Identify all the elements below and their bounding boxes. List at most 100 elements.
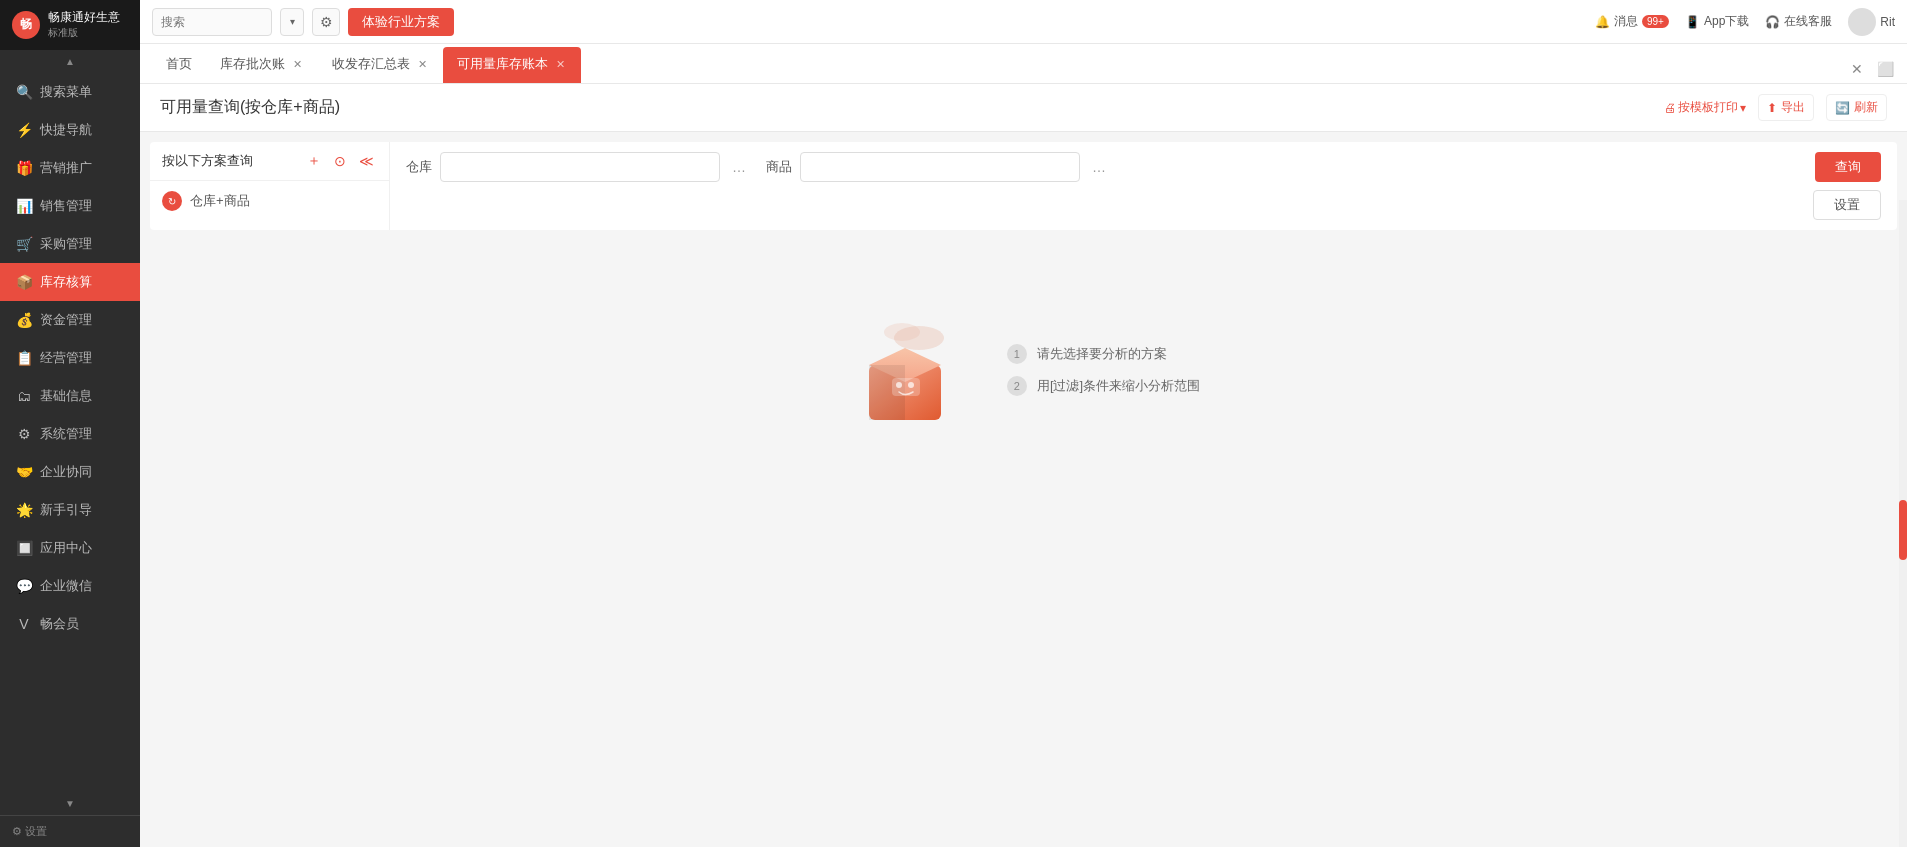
sidebar-item-marketing[interactable]: 🎁 营销推广 — [0, 149, 140, 187]
warehouse-field: 仓库 … — [406, 152, 750, 182]
query-button[interactable]: 查询 — [1815, 152, 1881, 182]
sidebar-item-vip[interactable]: V 畅会员 — [0, 605, 140, 643]
right-scrollbar[interactable] — [1899, 200, 1907, 847]
sidebar-item-quicknav[interactable]: ⚡ 快捷导航 — [0, 111, 140, 149]
industry-solution-button[interactable]: 体验行业方案 — [348, 8, 454, 36]
empty-hint-1: 1 请先选择要分析的方案 — [1007, 344, 1200, 364]
sidebar-item-finance[interactable]: 💰 资金管理 — [0, 301, 140, 339]
query-row-1: 仓库 … 商品 … — [406, 152, 1789, 182]
collapse-scheme-button[interactable]: ≪ — [355, 150, 377, 172]
messages-badge: 99+ — [1642, 15, 1669, 28]
sidebar-item-operations[interactable]: 📋 经营管理 — [0, 339, 140, 377]
tab-batch[interactable]: 库存批次账 ✕ — [206, 47, 318, 83]
query-scheme-panel: 按以下方案查询 ＋ ⊙ ≪ ↻ 仓库+商品 — [150, 142, 390, 230]
hint-text-1: 请先选择要分析的方案 — [1037, 345, 1167, 363]
settings-button[interactable]: 设置 — [1813, 190, 1881, 220]
empty-hints: 1 请先选择要分析的方案 2 用[过滤]条件来缩小分析范围 — [1007, 344, 1200, 396]
topbar-settings-icon[interactable]: ⚙ — [312, 8, 340, 36]
mobile-icon: 📱 — [1685, 15, 1700, 29]
sidebar-item-corpwechat[interactable]: 💬 企业微信 — [0, 567, 140, 605]
hint-text-2: 用[过滤]条件来缩小分析范围 — [1037, 377, 1200, 395]
topbar-search-area — [152, 8, 272, 36]
warehouse-input[interactable] — [440, 152, 720, 182]
product-more-button[interactable]: … — [1088, 156, 1110, 178]
warehouse-more-button[interactable]: … — [728, 156, 750, 178]
system-icon: ⚙ — [16, 426, 32, 442]
scrollbar-thumb[interactable] — [1899, 500, 1907, 560]
add-scheme-button[interactable]: ＋ — [303, 150, 325, 172]
chart-icon: 📊 — [16, 198, 32, 214]
vip-icon: V — [16, 616, 32, 632]
print-template-button[interactable]: 🖨 按模板打印 ▾ — [1664, 99, 1746, 116]
tab-available-close[interactable]: ✕ — [554, 57, 567, 72]
user-profile[interactable]: Rit — [1848, 8, 1895, 36]
tab-summary[interactable]: 收发存汇总表 ✕ — [318, 47, 443, 83]
search-icon: 🔍 — [16, 84, 32, 100]
close-window-button[interactable]: ✕ — [1847, 59, 1867, 79]
svg-point-7 — [908, 382, 914, 388]
sidebar-scroll-up[interactable]: ▲ — [0, 50, 140, 73]
sidebar-brand-name: 畅康通好生意 — [48, 10, 120, 26]
tab-available[interactable]: 可用量库存账本 ✕ — [443, 47, 581, 83]
sidebar-item-search[interactable]: 🔍 搜索菜单 — [0, 73, 140, 111]
operations-icon: 📋 — [16, 350, 32, 366]
product-input[interactable] — [800, 152, 1080, 182]
sidebar-scroll-down[interactable]: ▼ — [0, 792, 140, 815]
sidebar-footer[interactable]: ⚙ 设置 — [0, 815, 140, 847]
query-btn-area: 查询 设置 — [1805, 142, 1897, 230]
settings-scheme-button[interactable]: ⊙ — [329, 150, 351, 172]
headset-icon: 🎧 — [1765, 15, 1780, 29]
inventory-icon: 📦 — [16, 274, 32, 290]
sidebar-header: 畅 畅康通好生意 标准版 — [0, 0, 140, 50]
refresh-button[interactable]: 🔄 刷新 — [1826, 94, 1887, 121]
svg-point-1 — [884, 323, 920, 341]
page-content: 可用量查询(按仓库+商品) 🖨 按模板打印 ▾ ⬆ 导出 🔄 刷新 — [140, 84, 1907, 847]
query-scheme-title: 按以下方案查询 — [162, 152, 253, 170]
product-field: 商品 … — [766, 152, 1110, 182]
tabbar: 首页 库存批次账 ✕ 收发存汇总表 ✕ 可用量库存账本 ✕ ✕ ⬜ — [140, 44, 1907, 84]
sidebar-item-purchase[interactable]: 🛒 采购管理 — [0, 225, 140, 263]
hint-number-1: 1 — [1007, 344, 1027, 364]
sidebar-item-newguide[interactable]: 🌟 新手引导 — [0, 491, 140, 529]
sidebar-brand-subtitle: 标准版 — [48, 26, 120, 40]
sidebar-item-enterprise[interactable]: 🤝 企业协同 — [0, 453, 140, 491]
refresh-icon: 🔄 — [1835, 101, 1850, 115]
page-header-actions: 🖨 按模板打印 ▾ ⬆ 导出 🔄 刷新 — [1664, 94, 1887, 121]
sidebar-logo: 畅 — [12, 11, 40, 39]
maximize-window-button[interactable]: ⬜ — [1875, 59, 1895, 79]
search-input[interactable] — [152, 8, 272, 36]
quicknav-icon: ⚡ — [16, 122, 32, 138]
empty-illustration — [847, 310, 967, 430]
sidebar-item-basics[interactable]: 🗂 基础信息 — [0, 377, 140, 415]
messages-button[interactable]: 🔔 消息 99+ — [1595, 13, 1669, 30]
app-download-button[interactable]: 📱 App下载 — [1685, 13, 1749, 30]
export-button[interactable]: ⬆ 导出 — [1758, 94, 1814, 121]
tab-summary-close[interactable]: ✕ — [416, 57, 429, 72]
page-title: 可用量查询(按仓库+商品) — [160, 97, 340, 118]
window-controls: ✕ ⬜ — [1847, 59, 1895, 83]
query-scheme-actions: ＋ ⊙ ≪ — [303, 150, 377, 172]
topbar-right-actions: 🔔 消息 99+ 📱 App下载 🎧 在线客服 Rit — [1595, 8, 1895, 36]
svg-point-6 — [896, 382, 902, 388]
finance-icon: 💰 — [16, 312, 32, 328]
guide-icon: 🌟 — [16, 502, 32, 518]
cart-icon: 🛒 — [16, 236, 32, 252]
sidebar-item-inventory[interactable]: 📦 库存核算 — [0, 263, 140, 301]
sidebar-item-sales[interactable]: 📊 销售管理 — [0, 187, 140, 225]
product-label: 商品 — [766, 158, 792, 176]
scheme-item-warehouse-product[interactable]: ↻ 仓库+商品 — [150, 181, 389, 221]
online-service-button[interactable]: 🎧 在线客服 — [1765, 13, 1832, 30]
sidebar-item-appcenter[interactable]: 🔲 应用中心 — [0, 529, 140, 567]
search-dropdown-button[interactable]: ▾ — [280, 8, 304, 36]
tab-home[interactable]: 首页 — [152, 47, 206, 83]
tab-batch-close[interactable]: ✕ — [291, 57, 304, 72]
bell-icon: 🔔 — [1595, 15, 1610, 29]
printer-icon: 🖨 — [1664, 101, 1676, 115]
export-icon: ⬆ — [1767, 101, 1777, 115]
query-fields: 仓库 … 商品 … — [390, 142, 1805, 230]
hint-number-2: 2 — [1007, 376, 1027, 396]
app-icon: 🔲 — [16, 540, 32, 556]
query-area: 按以下方案查询 ＋ ⊙ ≪ ↻ 仓库+商品 仓库 — [150, 142, 1897, 230]
empty-hint-2: 2 用[过滤]条件来缩小分析范围 — [1007, 376, 1200, 396]
sidebar-item-system[interactable]: ⚙ 系统管理 — [0, 415, 140, 453]
